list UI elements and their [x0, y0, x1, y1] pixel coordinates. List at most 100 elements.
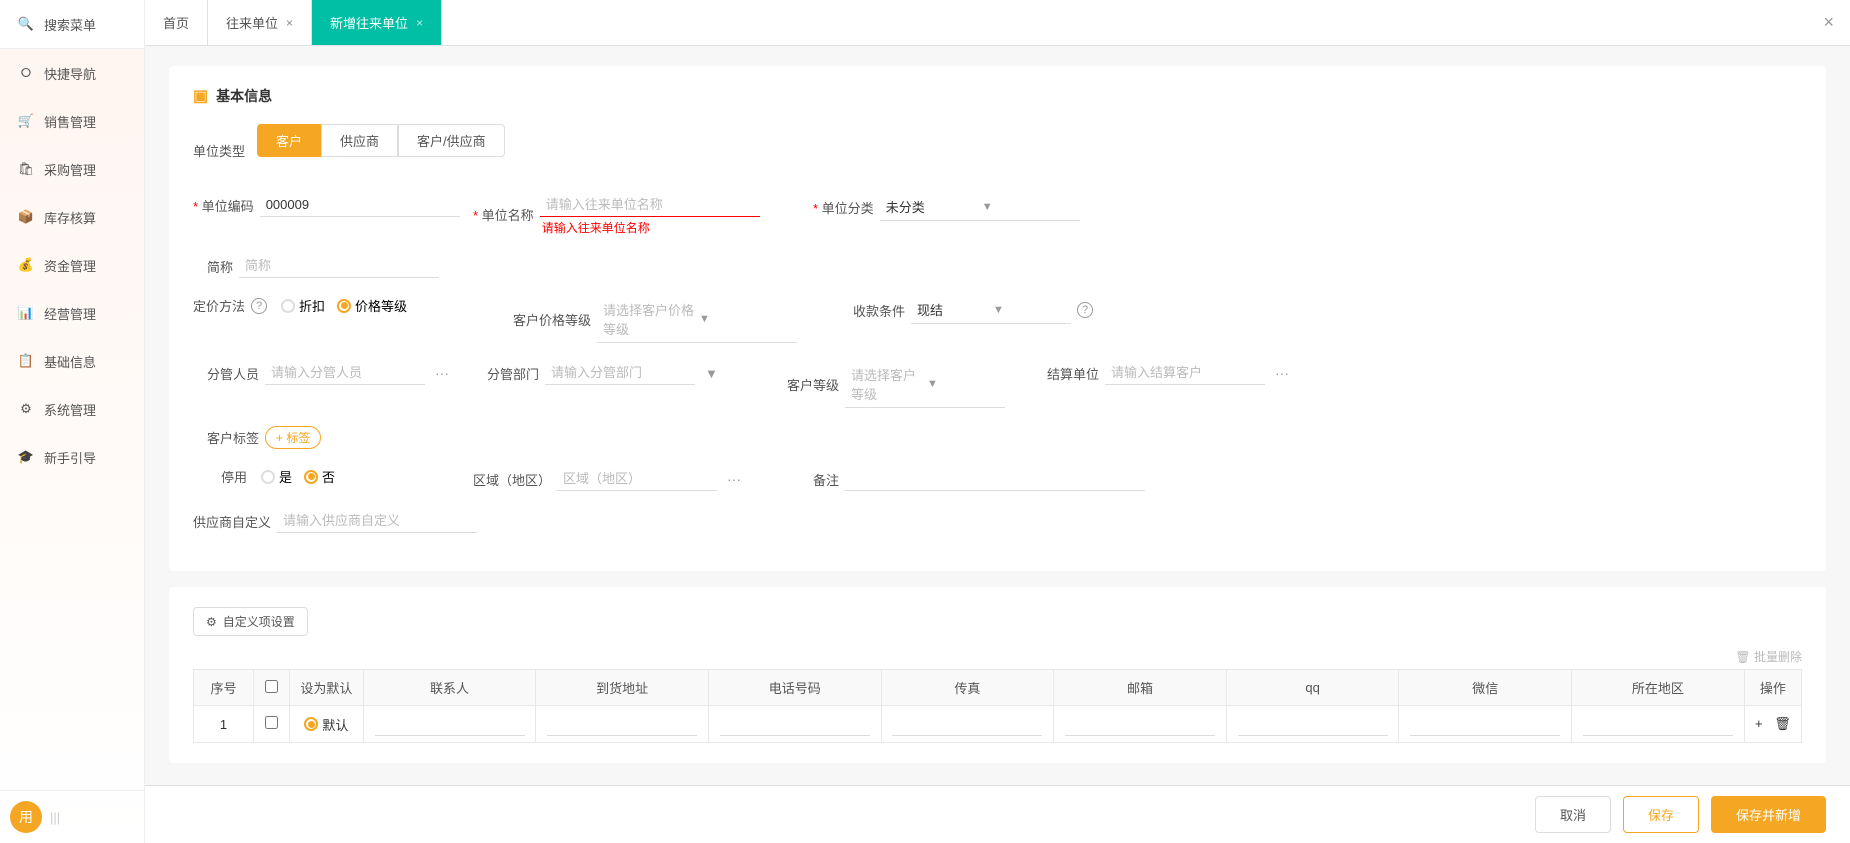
short-name-input[interactable] — [239, 254, 439, 278]
form-row-3: 定价方法 ? 折扣 价格等级 客户价格等级 — [193, 296, 1802, 343]
th-wechat: 微信 — [1399, 670, 1572, 706]
sidebar-item-search[interactable]: 🔍 搜索菜单 — [0, 0, 144, 49]
unit-type-group: 客户 供应商 客户/供应商 — [257, 124, 505, 157]
sidebar-item-operations[interactable]: 📊 经营管理 — [0, 289, 144, 337]
row-region-input[interactable] — [1583, 712, 1733, 736]
remarks-label: 备注 — [813, 470, 839, 489]
sidebar-item-quick-nav[interactable]: ⭘ 快捷导航 — [0, 49, 144, 97]
save-button[interactable]: 保存 — [1623, 796, 1699, 833]
row-checkbox[interactable] — [265, 716, 278, 729]
system-icon: ⚙ — [16, 399, 36, 419]
payment-terms-label: 收款条件 — [853, 301, 905, 320]
region-more-btn[interactable]: ··· — [723, 471, 745, 487]
search-icon: 🔍 — [16, 14, 36, 34]
radio-discount[interactable]: 折扣 — [281, 296, 325, 315]
region-label: 区域（地区） — [473, 470, 551, 489]
add-row-btn[interactable]: + — [1755, 716, 1763, 731]
payment-help-icon[interactable]: ? — [1077, 302, 1093, 318]
unit-type-customer-btn[interactable]: 客户 — [257, 124, 321, 157]
pricing-method-label: 定价方法 — [193, 296, 245, 315]
region-input[interactable] — [557, 467, 717, 491]
home-icon: ⭘ — [16, 63, 36, 83]
radio-yes[interactable]: 是 — [261, 467, 292, 486]
address-input[interactable] — [547, 712, 697, 736]
tab-contacts[interactable]: 往来单位 × — [208, 0, 312, 45]
save-new-button[interactable]: 保存并新增 — [1711, 796, 1826, 833]
unit-type-label: 单位类型 — [193, 141, 245, 160]
delete-row-btn[interactable]: 🗑 — [1774, 716, 1791, 731]
fax-input[interactable] — [892, 712, 1042, 736]
customer-level-select[interactable]: 请选择客户等级 ▼ — [845, 361, 1005, 408]
radio-no[interactable]: 否 — [304, 467, 335, 486]
remarks-input[interactable] — [845, 467, 1145, 491]
row-check — [254, 706, 290, 743]
cancel-button[interactable]: 取消 — [1535, 796, 1611, 833]
qq-input[interactable] — [1238, 712, 1388, 736]
unit-category-select[interactable]: 未分类 ▼ — [880, 193, 1080, 221]
department-input[interactable] — [545, 361, 695, 385]
department-label: 分管部门 — [487, 364, 539, 383]
chevron-down-icon: ▼ — [982, 201, 1074, 213]
payment-terms-select[interactable]: 现结 ▼ — [911, 296, 1071, 324]
sidebar-item-finance[interactable]: 💰 资金管理 — [0, 241, 144, 289]
tab-new-contact-close[interactable]: × — [416, 16, 423, 30]
supplier-custom-input[interactable] — [277, 509, 477, 533]
disable-field: 停用 是 否 — [193, 467, 473, 486]
manager-label: 分管人员 — [207, 364, 259, 383]
unit-type-both-btn[interactable]: 客户/供应商 — [398, 124, 505, 157]
th-email: 邮箱 — [1054, 670, 1227, 706]
unit-name-input[interactable] — [540, 193, 760, 217]
window-close-button[interactable]: × — [1807, 12, 1850, 33]
select-all-checkbox[interactable] — [265, 680, 278, 693]
unit-name-label: 单位名称 — [473, 205, 534, 224]
finance-icon: 💰 — [16, 255, 36, 275]
th-phone: 电话号码 — [708, 670, 881, 706]
customer-price-level-field: 客户价格等级 请选择客户价格等级 ▼ — [513, 296, 853, 343]
form-row-4: 分管人员 ··· 分管部门 ▼ 客户等级 请选择客户等级 ▼ — [193, 361, 1802, 408]
th-check — [254, 670, 290, 706]
section-title-icon: ▣ — [193, 86, 208, 106]
customer-tag-field: 客户标签 + 标签 — [193, 426, 321, 449]
th-contact: 联系人 — [363, 670, 536, 706]
department-field: 分管部门 ▼ — [473, 361, 773, 385]
radio-level[interactable]: 价格等级 — [337, 296, 407, 315]
custom-settings-btn[interactable]: ⚙ 自定义项设置 — [193, 607, 308, 636]
user-avatar: 用 — [10, 801, 42, 833]
default-radio[interactable]: 默认 — [300, 715, 353, 734]
settlement-more-btn[interactable]: ··· — [1271, 365, 1293, 381]
pricing-help-icon[interactable]: ? — [251, 298, 267, 314]
sidebar-item-purchase[interactable]: 🛍 采购管理 — [0, 145, 144, 193]
manager-input[interactable] — [265, 361, 425, 385]
sidebar-item-system[interactable]: ⚙ 系统管理 — [0, 385, 144, 433]
payment-terms-field: 收款条件 现结 ▼ ? — [853, 296, 1133, 324]
phone-input[interactable] — [720, 712, 870, 736]
add-tag-btn[interactable]: + 标签 — [265, 426, 321, 449]
unit-code-input[interactable] — [260, 193, 460, 217]
unit-type-supplier-btn[interactable]: 供应商 — [321, 124, 398, 157]
inventory-icon: 📦 — [16, 207, 36, 227]
tab-home[interactable]: 首页 — [145, 0, 208, 45]
sidebar-item-newbie[interactable]: 🎓 新手引导 — [0, 433, 144, 481]
batch-delete-icon: 🗑 — [1735, 650, 1750, 664]
unit-name-error: 请输入往来单位名称 — [542, 219, 760, 236]
customer-price-level-label: 客户价格等级 — [513, 310, 591, 329]
tab-new-contact[interactable]: 新增往来单位 × — [312, 0, 442, 45]
manager-more-btn[interactable]: ··· — [431, 365, 453, 381]
email-input[interactable] — [1065, 712, 1215, 736]
sidebar-item-basic-info[interactable]: 📋 基础信息 — [0, 337, 144, 385]
short-name-label: 简称 — [207, 257, 233, 276]
row-action: + 🗑 — [1744, 706, 1801, 743]
customer-price-level-select[interactable]: 请选择客户价格等级 ▼ — [597, 296, 797, 343]
sidebar-item-sales[interactable]: 🛒 销售管理 — [0, 97, 144, 145]
batch-delete-btn[interactable]: 🗑 批量删除 — [193, 648, 1802, 665]
unit-category-label: 单位分类 — [813, 198, 874, 217]
pricing-radio-group: 折扣 价格等级 — [281, 296, 407, 315]
remarks-field: 备注 — [813, 467, 1145, 491]
sidebar-footer-bar: ||| — [50, 810, 60, 825]
wechat-input[interactable] — [1410, 712, 1560, 736]
contact-input[interactable] — [375, 712, 525, 736]
sidebar-item-inventory[interactable]: 📦 库存核算 — [0, 193, 144, 241]
settlement-unit-input[interactable] — [1105, 361, 1265, 385]
sales-icon: 🛒 — [16, 111, 36, 131]
tab-contacts-close[interactable]: × — [286, 16, 293, 30]
